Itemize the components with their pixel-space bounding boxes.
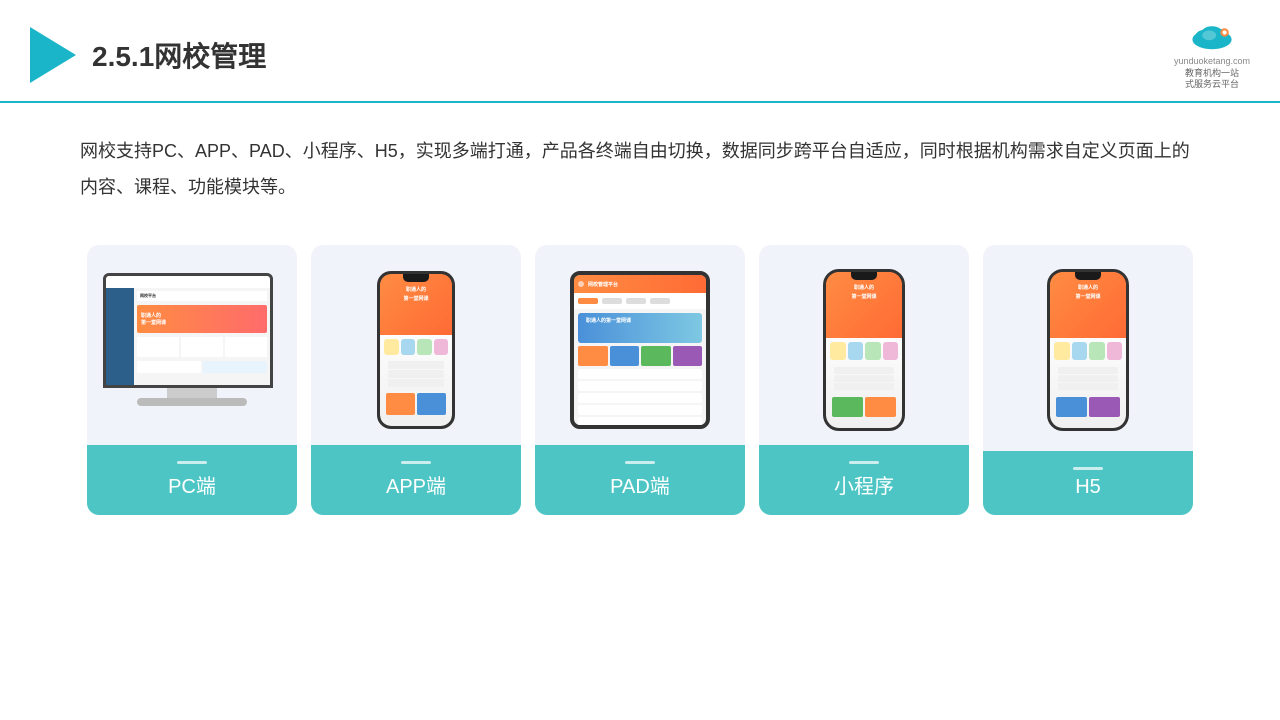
- phone-screen: 职通人的 第一堂网课: [380, 274, 452, 426]
- app-device-mockup: 职通人的 第一堂网课: [377, 271, 455, 429]
- page-title: 2.5.1网校管理: [92, 35, 266, 75]
- page-header: 2.5.1网校管理 yunduoketang.com 教育机构一站 式服务云平台: [0, 0, 1280, 103]
- page-description: 网校支持PC、APP、PAD、小程序、H5，实现多端打通，产品各终端自由切换，数…: [0, 103, 1280, 215]
- phone-notch-mini: [851, 272, 877, 280]
- header-left: 2.5.1网校管理: [30, 27, 266, 83]
- brand-cloud-icon: [1184, 18, 1240, 54]
- card-app-label: APP端: [311, 445, 521, 515]
- card-pad: 网校管理平台 职通人的第一堂网课: [535, 245, 745, 515]
- card-label-line: [625, 461, 655, 464]
- brand-tagline: yunduoketang.com 教育机构一站 式服务云平台: [1174, 56, 1250, 91]
- card-pad-label: PAD端: [535, 445, 745, 515]
- card-miniprogram-image: 职通人的 第一堂网课: [759, 245, 969, 445]
- card-label-line: [1073, 467, 1103, 470]
- h5-device-mockup: 职通人的 第一堂网课: [1047, 269, 1129, 431]
- miniprogram-device-mockup: 职通人的 第一堂网课: [823, 269, 905, 431]
- tablet-screen: 网校管理平台 职通人的第一堂网课: [574, 275, 706, 425]
- pc-device-mockup: 网校平台 职通人的第一堂网课: [103, 273, 281, 428]
- card-miniprogram: 职通人的 第一堂网课: [759, 245, 969, 515]
- card-label-line: [849, 461, 879, 464]
- brand-logo: yunduoketang.com 教育机构一站 式服务云平台: [1174, 18, 1250, 91]
- phone-notch-h5: [1075, 272, 1101, 280]
- card-label-line: [177, 461, 207, 464]
- card-app-image: 职通人的 第一堂网课: [311, 245, 521, 445]
- card-pc-image: 网校平台 职通人的第一堂网课: [87, 245, 297, 445]
- card-pc: 网校平台 职通人的第一堂网课: [87, 245, 297, 515]
- card-miniprogram-label: 小程序: [759, 445, 969, 515]
- phone-notch: [403, 274, 429, 282]
- device-cards-container: 网校平台 职通人的第一堂网课: [0, 215, 1280, 515]
- card-label-line: [401, 461, 431, 464]
- logo-triangle-icon: [30, 27, 76, 83]
- card-app: 职通人的 第一堂网课: [311, 245, 521, 515]
- card-pad-image: 网校管理平台 职通人的第一堂网课: [535, 245, 745, 445]
- card-h5-image: 职通人的 第一堂网课: [983, 245, 1193, 445]
- card-pc-label: PC端: [87, 445, 297, 515]
- card-h5-label: H5: [983, 451, 1193, 515]
- card-h5: 职通人的 第一堂网课: [983, 245, 1193, 515]
- pad-device-mockup: 网校管理平台 职通人的第一堂网课: [570, 271, 710, 429]
